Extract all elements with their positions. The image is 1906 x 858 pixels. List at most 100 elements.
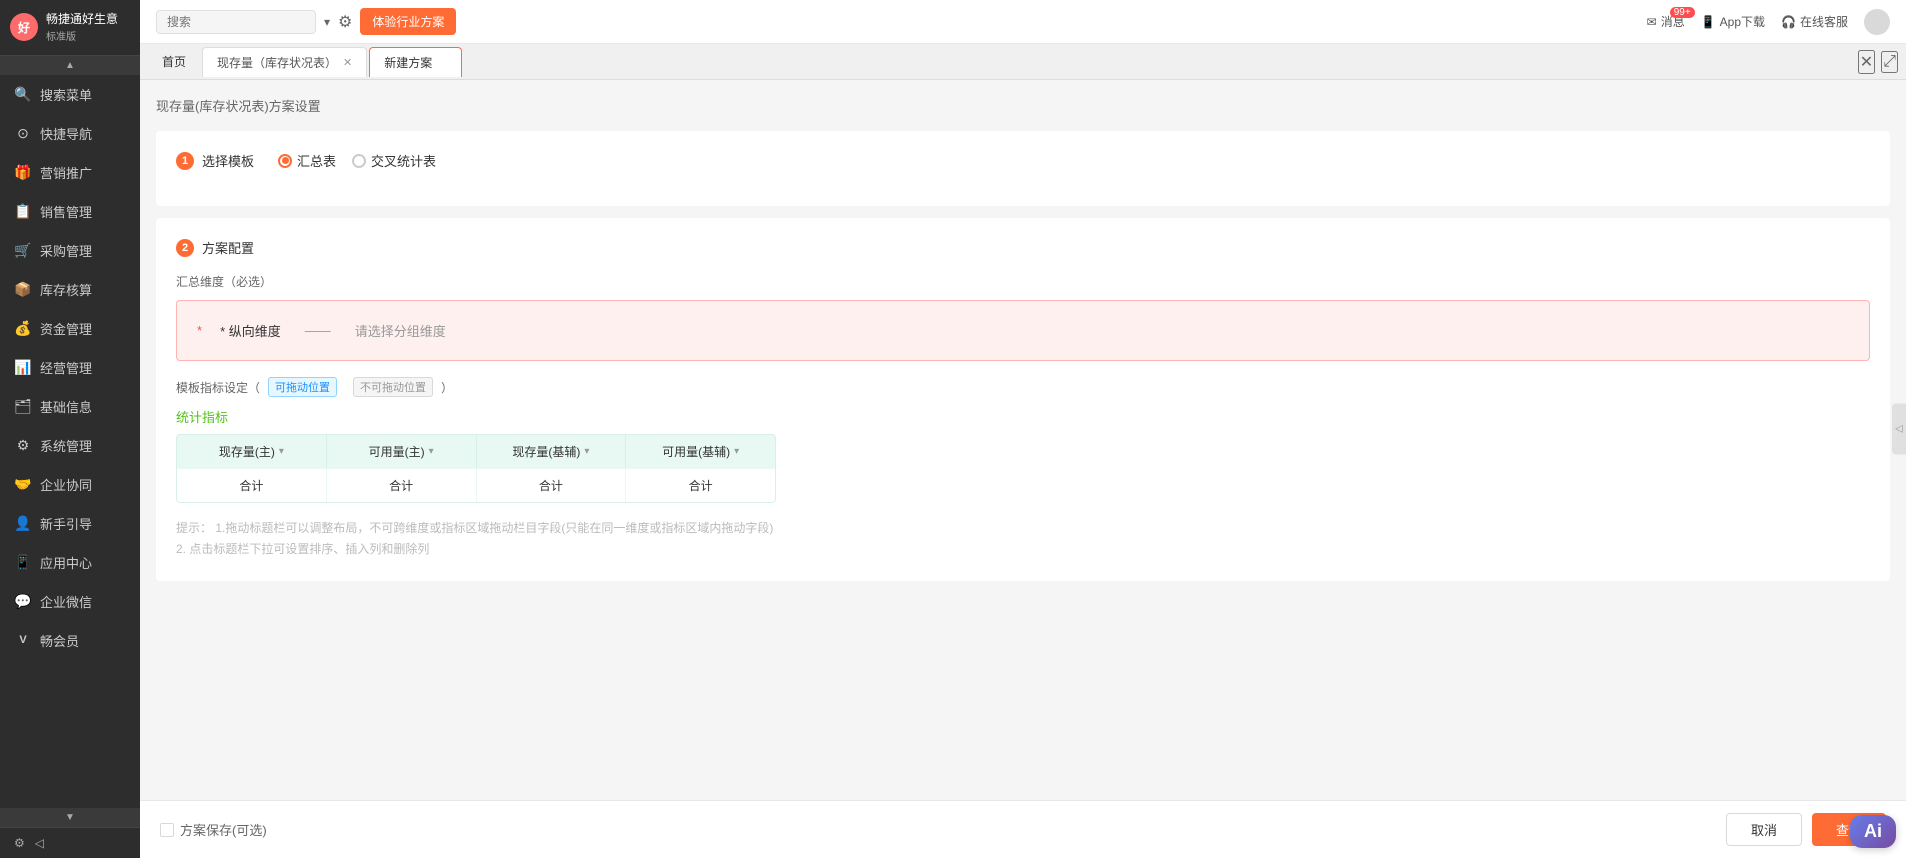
dropdown-button[interactable]: ▾ [324,15,330,29]
phone-icon: 📱 [1701,15,1716,29]
save-checkbox[interactable] [160,823,174,837]
dim-placeholder[interactable]: 请选择分组维度 [355,321,446,340]
sidebar-item-label: 基础信息 [40,397,92,416]
indicator-label-text: 模板指标设定（ [176,379,260,396]
radio-cross[interactable]: 交叉统计表 [352,151,436,170]
right-panel-toggle[interactable]: ◁ [1892,404,1906,455]
radio-summary[interactable]: 汇总表 [278,151,336,170]
tab-home[interactable]: 首页 [148,47,200,77]
sidebar-item-label: 企业微信 [40,592,92,611]
search-menu-icon: 🔍 [14,85,32,103]
table-row-0: 合计 合计 合计 合计 [177,468,775,502]
scheme-config-card: 2 方案配置 汇总维度（必选） * * 纵向维度 —— 请选择分组维度 模板指标… [156,218,1890,581]
dash: —— [305,323,331,338]
dimension-label: 汇总维度（必选） [176,273,1870,290]
tab-new-scheme[interactable]: 新建方案 ✕ [369,47,462,77]
logo-icon: 好 [10,13,38,41]
sidebar-item-member[interactable]: V 畅会员 [0,621,140,660]
tab-inventory-close[interactable]: ✕ [343,56,352,69]
radio-cross-label: 交叉统计表 [371,151,436,170]
scheme-config-title: 方案配置 [202,238,254,257]
app-center-icon: 📱 [14,553,32,571]
sidebar-item-app-center[interactable]: 📱 应用中心 [0,543,140,582]
window-expand-button[interactable]: ⤢ [1881,51,1898,73]
tab-inventory-status[interactable]: 现存量（库存状况表） ✕ [202,47,367,77]
section-num-2: 2 [176,239,194,257]
topbar: ▾ ⚙ 体验行业方案 ✉ 消息 99+ 📱 App下载 🎧 在线客服 [140,0,1906,44]
inventory-icon: 📦 [14,280,32,298]
sidebar-item-label: 畅会员 [40,631,79,650]
logo-text-wrap: 畅捷通好生意 标准版 [46,12,118,43]
sidebar-item-marketing[interactable]: 🎁 营销推广 [0,153,140,192]
marketing-icon: 🎁 [14,163,32,181]
tab-new-label: 新建方案 [384,54,432,71]
member-icon: V [14,631,32,649]
sidebar-nav: 🔍 搜索菜单 ⊙ 快捷导航 🎁 营销推广 📋 销售管理 🛒 采购管理 📦 库存核… [0,75,140,808]
sidebar-item-cooperation[interactable]: 🤝 企业协同 [0,465,140,504]
basic-info-icon: 🗂 [14,397,32,415]
cooperation-icon: 🤝 [14,475,32,493]
template-radio-group: 汇总表 交叉统计表 [278,151,436,170]
settings-icon[interactable]: ⚙ [338,12,352,32]
sidebar-item-label: 快捷导航 [40,124,92,143]
sidebar-item-sales[interactable]: 📋 销售管理 [0,192,140,231]
sidebar-collapse-icon[interactable]: ◁ [35,836,44,850]
chevron-icon-1[interactable]: ▾ [429,446,434,457]
indicator-settings-label: 模板指标设定（ 可拖动位置 不可拖动位置 ） [176,377,1870,397]
user-avatar[interactable] [1864,9,1890,35]
main-area: ▾ ⚙ 体验行业方案 ✉ 消息 99+ 📱 App下载 🎧 在线客服 首页 [140,0,1906,858]
sidebar-item-inventory[interactable]: 📦 库存核算 [0,270,140,309]
sidebar-scroll-down[interactable]: ▼ [0,808,140,827]
sidebar-item-search-menu[interactable]: 🔍 搜索菜单 [0,75,140,114]
sidebar-item-wechat[interactable]: 💬 企业微信 [0,582,140,621]
radio-summary-label: 汇总表 [297,151,336,170]
notification-item[interactable]: ✉ 消息 99+ [1647,13,1685,30]
wechat-icon: 💬 [14,592,32,610]
sidebar-item-system[interactable]: ⚙ 系统管理 [0,426,140,465]
chevron-icon-3[interactable]: ▾ [734,446,739,457]
page-title: 现存量(库存状况表)方案设置 [156,96,1890,115]
sidebar-item-purchase[interactable]: 🛒 采购管理 [0,231,140,270]
scheme-config-header: 2 方案配置 [176,238,1870,257]
tab-new-close[interactable]: ✕ [438,56,447,69]
search-input[interactable] [156,10,316,34]
sidebar-item-basic-info[interactable]: 🗂 基础信息 [0,387,140,426]
stats-label: 统计指标 [176,407,1870,426]
non-draggable-badge: 不可拖动位置 [353,377,433,397]
table-header-cell-1: 可用量(主) ▾ [327,435,477,468]
sidebar-item-label: 新手引导 [40,514,92,533]
app-download-label: App下载 [1720,13,1765,30]
app-download-item[interactable]: 📱 App下载 [1701,13,1765,30]
app-name: 畅捷通好生意 [46,12,118,28]
window-close-button[interactable]: ✕ [1858,50,1875,74]
table-cell-0-3: 合计 [626,469,775,502]
sidebar-scroll-up[interactable]: ▲ [0,56,140,75]
table-cell-0-2: 合计 [477,469,627,502]
table-header: 现存量(主) ▾ 可用量(主) ▾ 现存量(基辅) ▾ 可用量(基辅) [177,435,775,468]
tab-home-label: 首页 [162,53,186,70]
chevron-icon-0[interactable]: ▾ [279,446,284,457]
operations-icon: 📊 [14,358,32,376]
sidebar-item-quick-nav[interactable]: ⊙ 快捷导航 [0,114,140,153]
sidebar-settings-icon[interactable]: ⚙ [14,836,25,850]
ai-floating-button[interactable]: Ai [1850,815,1896,848]
section-num-1: 1 [176,152,194,170]
sidebar-item-guide[interactable]: 👤 新手引导 [0,504,140,543]
chevron-icon-2[interactable]: ▾ [584,446,589,457]
header-label-0: 现存量(主) [219,443,275,460]
table-cell-0-1: 合计 [327,469,477,502]
table-cell-0-0: 合计 [177,469,327,502]
save-option-label: 方案保存(可选) [180,820,267,839]
trial-industry-button[interactable]: 体验行业方案 [360,8,456,35]
support-icon: 🎧 [1781,15,1796,29]
save-option[interactable]: 方案保存(可选) [160,820,267,839]
sidebar-item-label: 经营管理 [40,358,92,377]
tip-line-1: 提示： 1.拖动标题栏可以调整布局，不可跨维度或指标区域拖动栏目字段(只能在同一… [176,519,1870,536]
sidebar-item-operations[interactable]: 📊 经营管理 [0,348,140,387]
online-support-item[interactable]: 🎧 在线客服 [1781,13,1848,30]
sidebar-item-finance[interactable]: 💰 资金管理 [0,309,140,348]
tip-line-2: 2. 点击标题栏下拉可设置排序、插入列和删除列 [176,540,1870,557]
app-version: 标准版 [46,28,118,43]
cancel-button[interactable]: 取消 [1726,813,1802,846]
finance-icon: 💰 [14,319,32,337]
